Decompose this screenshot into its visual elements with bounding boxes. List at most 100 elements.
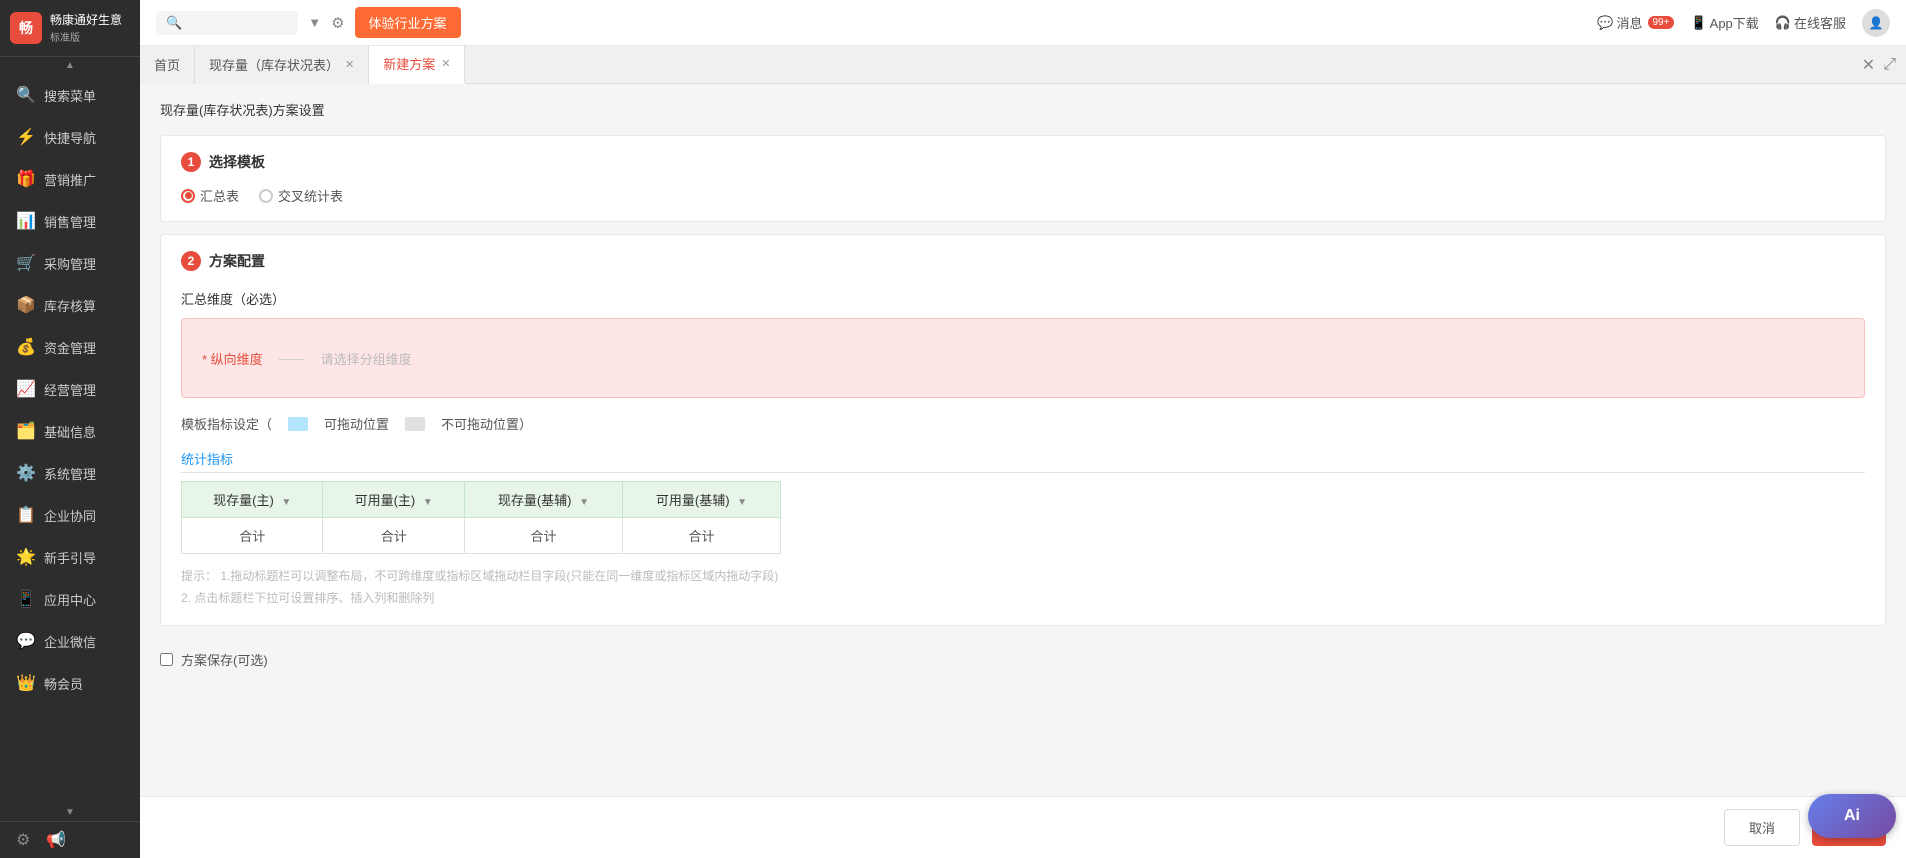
tab-home-label: 首页 xyxy=(154,55,180,74)
topbar-gear-icon[interactable]: ⚙ xyxy=(331,14,344,32)
search-icon: 🔍 xyxy=(166,15,182,31)
draggable-badge xyxy=(288,417,308,431)
sidebar-item-contract[interactable]: 📋 企业协同 xyxy=(0,494,140,536)
config-section: 汇总维度（必选） * 纵向维度 —— 请选择分组维度 模板指标设定（ 可拖动位置… xyxy=(181,289,1865,609)
search-box[interactable]: 🔍 xyxy=(156,11,298,35)
sidebar-item-sales[interactable]: 📊 销售管理 xyxy=(0,200,140,242)
step1-title: 选择模板 xyxy=(209,152,265,172)
dimension-area[interactable]: * 纵向维度 —— 请选择分组维度 xyxy=(181,318,1865,398)
option-cross[interactable]: 交叉统计表 xyxy=(259,186,343,205)
sidebar-scroll-down[interactable]: ▼ xyxy=(0,804,140,821)
app-download-item[interactable]: 📱 App下载 xyxy=(1690,13,1758,32)
close-panel-btn[interactable]: ✕ xyxy=(1862,55,1875,75)
step1-label: 1 选择模板 xyxy=(181,152,265,172)
save-checkbox[interactable] xyxy=(160,653,173,666)
message-icon: 💬 xyxy=(1597,15,1613,31)
sidebar-item-system[interactable]: ⚙️ 系统管理 xyxy=(0,452,140,494)
sidebar-item-label: 新手引导 xyxy=(44,548,96,567)
money-icon: 💰 xyxy=(16,337,36,357)
sidebar-item-label: 快捷导航 xyxy=(44,128,96,147)
col-header-4[interactable]: 可用量(基辅) ▼ xyxy=(622,482,780,518)
cell-1-1: 合计 xyxy=(182,518,323,554)
sidebar-item-guide[interactable]: 🌟 新手引导 xyxy=(0,536,140,578)
stats-table: 现存量(主) ▼ 可用量(主) ▼ 现存量(基辅) ▼ xyxy=(181,481,781,554)
sidebar-item-vip[interactable]: 👑 畅会员 xyxy=(0,662,140,704)
tips-area: 提示： 1.拖动标题栏可以调整布局，不可跨维度或指标区域拖动栏目字段(只能在同一… xyxy=(181,566,1865,609)
col-header-4-label: 可用量(基辅) xyxy=(656,493,730,508)
tab-inventory[interactable]: 现存量（库存状况表） ✕ xyxy=(195,46,369,84)
tab-inventory-close[interactable]: ✕ xyxy=(345,58,354,71)
search-icon: 🔍 xyxy=(16,85,36,105)
table-row-1: 合计 合计 合计 合计 xyxy=(182,518,781,554)
not-draggable-badge xyxy=(405,417,425,431)
sidebar-item-label: 搜索菜单 xyxy=(44,86,96,105)
sidebar-item-search[interactable]: 🔍 搜索菜单 xyxy=(0,74,140,116)
sidebar-item-inventory[interactable]: 📦 库存核算 xyxy=(0,284,140,326)
step2-label: 2 方案配置 xyxy=(181,251,265,271)
sidebar-item-label: 系统管理 xyxy=(44,464,96,483)
radio-summary[interactable] xyxy=(181,189,195,203)
settings-footer-icon[interactable]: ⚙ xyxy=(16,830,30,850)
save-option-row: 方案保存(可选) xyxy=(160,638,1886,681)
sidebar-item-purchase[interactable]: 🛒 采购管理 xyxy=(0,242,140,284)
col-header-2[interactable]: 可用量(主) ▼ xyxy=(323,482,464,518)
step1-badge: 1 xyxy=(181,152,201,172)
industry-btn[interactable]: 体验行业方案 xyxy=(355,7,461,38)
sidebar-item-finance[interactable]: 💰 资金管理 xyxy=(0,326,140,368)
dropdown-arrow[interactable]: ▼ xyxy=(308,15,321,30)
radio-cross[interactable] xyxy=(259,189,273,203)
tab-new-scheme-close[interactable]: ✕ xyxy=(441,57,450,70)
speaker-icon[interactable]: 📢 xyxy=(46,830,66,850)
sidebar-scroll-up[interactable]: ▲ xyxy=(0,57,140,74)
sidebar-footer: ⚙ 📢 xyxy=(0,821,140,858)
option-summary[interactable]: 汇总表 xyxy=(181,186,239,205)
message-item[interactable]: 💬 消息 99+ xyxy=(1597,13,1674,32)
headset-icon: 🎧 xyxy=(1775,15,1791,31)
step2-badge: 2 xyxy=(181,251,201,271)
sidebar-item-quick-nav[interactable]: ⚡ 快捷导航 xyxy=(0,116,140,158)
col-dropdown-1[interactable]: ▼ xyxy=(281,497,291,508)
sidebar-item-marketing[interactable]: 🎁 营销推广 xyxy=(0,158,140,200)
tabbar-right: ✕ ⤢ xyxy=(1852,55,1906,75)
cancel-button[interactable]: 取消 xyxy=(1724,809,1800,846)
message-label: 消息 xyxy=(1616,13,1642,32)
main-area: 🔍 ▼ ⚙ 体验行业方案 💬 消息 99+ 📱 App下载 🎧 在线客服 👤 xyxy=(140,0,1906,858)
stats-section-label: 统计指标 xyxy=(181,449,1865,473)
ai-fab-button[interactable]: Ai xyxy=(1808,794,1896,838)
sidebar-item-basic[interactable]: 🗂️ 基础信息 xyxy=(0,410,140,452)
col-dropdown-2[interactable]: ▼ xyxy=(423,497,433,508)
sidebar-item-label: 采购管理 xyxy=(44,254,96,273)
option-cross-label: 交叉统计表 xyxy=(278,186,343,205)
col-header-1[interactable]: 现存量(主) ▼ xyxy=(182,482,323,518)
indicator-row: 模板指标设定（ 可拖动位置 不可拖动位置） xyxy=(181,414,1865,433)
sidebar: 畅 畅康通好生意 标准版 ▲ 🔍 搜索菜单 ⚡ 快捷导航 🎁 营销推广 📊 销售… xyxy=(0,0,140,858)
page-title: 现存量(库存状况表)方案设置 xyxy=(160,100,1886,119)
crown-icon: 👑 xyxy=(16,673,36,693)
sidebar-item-management[interactable]: 📈 经营管理 xyxy=(0,368,140,410)
gear-icon: ⚙️ xyxy=(16,463,36,483)
col-dropdown-3[interactable]: ▼ xyxy=(579,497,589,508)
tip-2: 2. 点击标题栏下拉可设置排序、插入列和删除列 xyxy=(181,588,1865,610)
tab-home[interactable]: 首页 xyxy=(140,46,195,84)
template-options: 汇总表 交叉统计表 xyxy=(181,186,1865,205)
tip-1: 提示： 1.拖动标题栏可以调整布局，不可跨维度或指标区域拖动栏目字段(只能在同一… xyxy=(181,566,1865,588)
sidebar-nav: 🔍 搜索菜单 ⚡ 快捷导航 🎁 营销推广 📊 销售管理 🛒 采购管理 📦 库存核… xyxy=(0,74,140,804)
user-avatar[interactable]: 👤 xyxy=(1862,9,1890,37)
col-header-3[interactable]: 现存量(基辅) ▼ xyxy=(464,482,622,518)
expand-panel-btn[interactable]: ⤢ xyxy=(1883,56,1896,74)
sidebar-item-label: 库存核算 xyxy=(44,296,96,315)
sidebar-item-apps[interactable]: 📱 应用中心 xyxy=(0,578,140,620)
brand-icon: 畅 xyxy=(10,12,42,44)
tab-new-scheme[interactable]: 新建方案 ✕ xyxy=(369,46,465,84)
chat-icon: 💬 xyxy=(16,631,36,651)
step2-section: 2 方案配置 汇总维度（必选） * 纵向维度 —— 请选择分组维度 模板指标设定… xyxy=(160,234,1886,626)
sidebar-item-wechat[interactable]: 💬 企业微信 xyxy=(0,620,140,662)
cell-1-3: 合计 xyxy=(464,518,622,554)
star-icon: 🌟 xyxy=(16,547,36,567)
sidebar-item-label: 畅会员 xyxy=(44,674,83,693)
col-dropdown-4[interactable]: ▼ xyxy=(737,497,747,508)
not-draggable-label: 不可拖动位置） xyxy=(441,414,532,433)
online-service-item[interactable]: 🎧 在线客服 xyxy=(1775,13,1846,32)
content-area: 现存量(库存状况表)方案设置 1 选择模板 汇总表 交叉统计表 2 xyxy=(140,84,1906,796)
search-input[interactable] xyxy=(188,16,288,30)
